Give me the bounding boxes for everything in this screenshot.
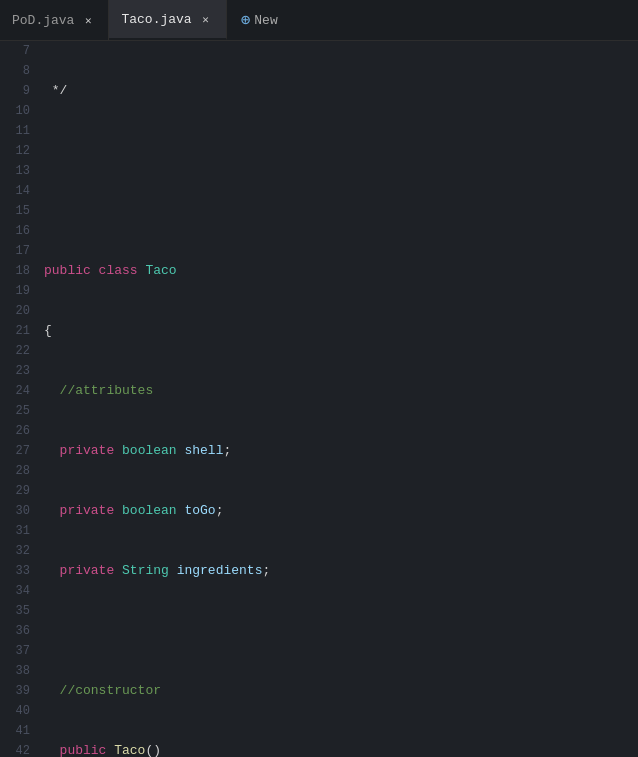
code-line-10: public class Taco <box>44 261 630 281</box>
code-line-18: public Taco() <box>44 741 630 757</box>
tab-taco-label: Taco.java <box>121 12 191 27</box>
code-line-7: */ <box>44 81 630 101</box>
tab-bar: PoD.java ✕ Taco.java ✕ ⊕ New <box>0 0 638 41</box>
code-line-11: { <box>44 321 630 341</box>
code-editor[interactable]: 7 8 9 10 11 12 13 14 15 16 17 18 19 20 2… <box>0 41 638 757</box>
plus-icon: ⊕ <box>241 10 251 30</box>
tab-new-label: New <box>254 13 277 28</box>
code-line-15: private String ingredients; <box>44 561 630 581</box>
code-line-8 <box>44 141 630 161</box>
tab-taco-close[interactable]: ✕ <box>198 11 214 27</box>
tab-new[interactable]: ⊕ New <box>227 0 292 40</box>
code-line-9 <box>44 201 630 221</box>
code-lines[interactable]: */ public class Taco { //attributes priv… <box>36 41 638 757</box>
code-line-16 <box>44 621 630 641</box>
code-line-14: private boolean toGo; <box>44 501 630 521</box>
line-numbers: 7 8 9 10 11 12 13 14 15 16 17 18 19 20 2… <box>0 41 36 757</box>
tab-pod-close[interactable]: ✕ <box>80 12 96 28</box>
code-line-17: //constructor <box>44 681 630 701</box>
code-line-13: private boolean shell; <box>44 441 630 461</box>
tab-taco[interactable]: Taco.java ✕ <box>109 0 226 40</box>
tab-pod-label: PoD.java <box>12 13 74 28</box>
code-line-12: //attributes <box>44 381 630 401</box>
tab-pod[interactable]: PoD.java ✕ <box>0 0 109 40</box>
